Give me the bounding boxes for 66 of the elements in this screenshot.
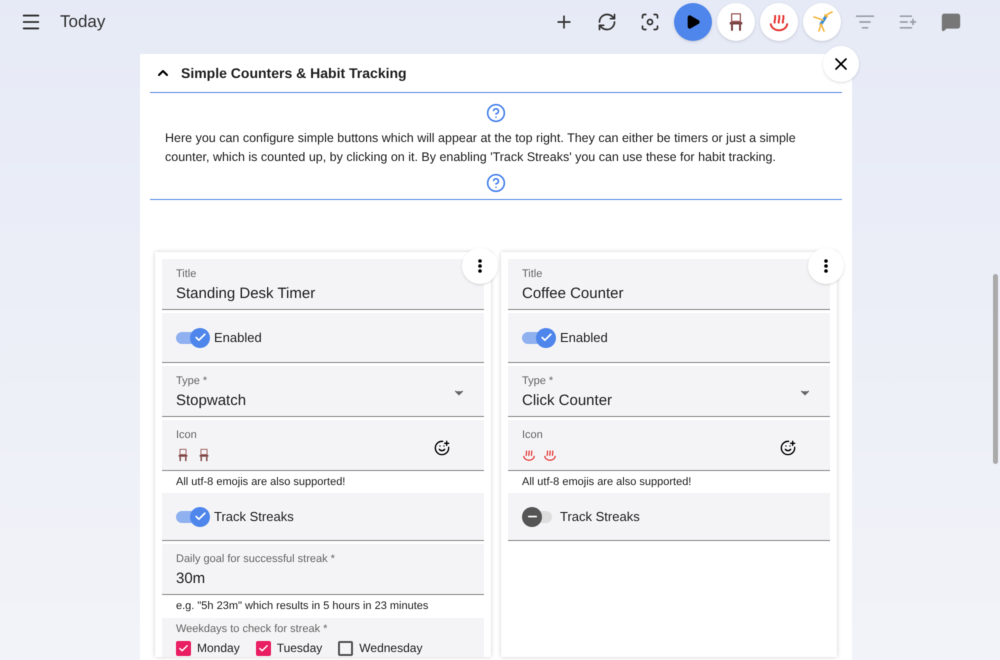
play-button[interactable]: [674, 3, 712, 41]
form-field[interactable]: Icon: [508, 420, 830, 470]
check-icon: [258, 642, 269, 654]
type-value: Click Counter: [522, 390, 612, 410]
type-value: Stopwatch: [176, 390, 246, 410]
helper-text: All utf-8 emojis are also supported!: [175, 474, 346, 490]
weekday-label: Tuesday: [276, 640, 322, 657]
form-field[interactable]: Title Coffee Counter: [508, 259, 830, 310]
acrobat-icon: [811, 11, 833, 33]
helper-text: e.g. "5h 23m" which results in 5 hours in 23 minutes: [175, 599, 430, 614]
section-header[interactable]: Simple Counters & Habit Tracking: [150, 62, 412, 84]
emoji-picker-icon[interactable]: [434, 440, 450, 456]
play-icon: [685, 14, 701, 30]
more-icon: [478, 259, 482, 273]
switch-label: Enabled: [214, 328, 262, 347]
field-label: Icon: [176, 428, 198, 443]
page-title: Today: [60, 11, 106, 34]
switch-label: Enabled: [560, 328, 608, 347]
enabled-switch[interactable]: [176, 328, 210, 348]
form-field[interactable]: Title Standing Desk Timer: [162, 259, 484, 310]
chair-counter-button[interactable]: [717, 3, 755, 41]
title-value: Coffee Counter: [522, 284, 624, 304]
weekday-checkbox[interactable]: [338, 640, 354, 656]
switch-label: Track Streaks: [560, 508, 640, 526]
check-icon: [194, 331, 206, 344]
check-icon: [178, 642, 189, 654]
help-text: Here you can configure simple buttons which will appear at the top right. They can either be timers or just a simple counter, which is counted up, by clicking on it. By enabling 'Track Streaks' you can use these for habit tracking.: [164, 130, 797, 166]
field-label: Icon: [522, 428, 544, 443]
hot-springs-icon: [543, 448, 557, 462]
chair-icon: [197, 448, 211, 462]
scrollbar[interactable]: [993, 274, 998, 464]
form-field[interactable]: Type * Click Counter: [508, 366, 830, 417]
field-label: Title: [176, 267, 198, 282]
focus-icon: [640, 12, 660, 32]
field-label: Daily goal for successful streak *: [176, 552, 335, 567]
help-icon[interactable]: [486, 173, 506, 193]
track-streaks-switch[interactable]: [176, 506, 210, 526]
weekday-label: Monday: [197, 640, 240, 657]
close-button[interactable]: [823, 46, 859, 82]
emoji-picker-icon[interactable]: [780, 440, 796, 456]
field-label: Title: [522, 267, 544, 282]
hot-springs-counter-button[interactable]: [760, 3, 798, 41]
title-value: Standing Desk Timer: [176, 284, 316, 304]
more-icon: [824, 259, 828, 273]
more-menu-button[interactable]: [808, 248, 844, 284]
form-field[interactable]: Type * Stopwatch: [162, 366, 484, 417]
switch-label: Track Streaks: [214, 508, 294, 526]
form-field[interactable]: Icon: [162, 420, 484, 470]
chair-icon: [176, 448, 190, 462]
goal-value: 30m: [176, 568, 206, 588]
check-icon: [540, 331, 552, 344]
helper-text: All utf-8 emojis are also supported!: [521, 474, 692, 490]
sync-icon: [597, 12, 617, 32]
field-label: Weekdays to check for streak *: [176, 622, 328, 636]
field-label: Type *: [176, 374, 208, 389]
comment-icon: [941, 12, 961, 32]
check-icon: [194, 510, 206, 523]
weekday-checkbox[interactable]: [176, 640, 191, 656]
form-field[interactable]: Daily goal for successful streak * 30m: [162, 544, 484, 595]
enabled-switch[interactable]: [522, 328, 556, 348]
weekday-label: Wednesday: [359, 640, 422, 657]
more-menu-button[interactable]: [462, 248, 498, 284]
help-icon[interactable]: [486, 103, 506, 123]
weekday-checkbox[interactable]: [256, 640, 271, 656]
hot-springs-icon: [522, 448, 536, 462]
field-label: Type *: [522, 374, 554, 389]
